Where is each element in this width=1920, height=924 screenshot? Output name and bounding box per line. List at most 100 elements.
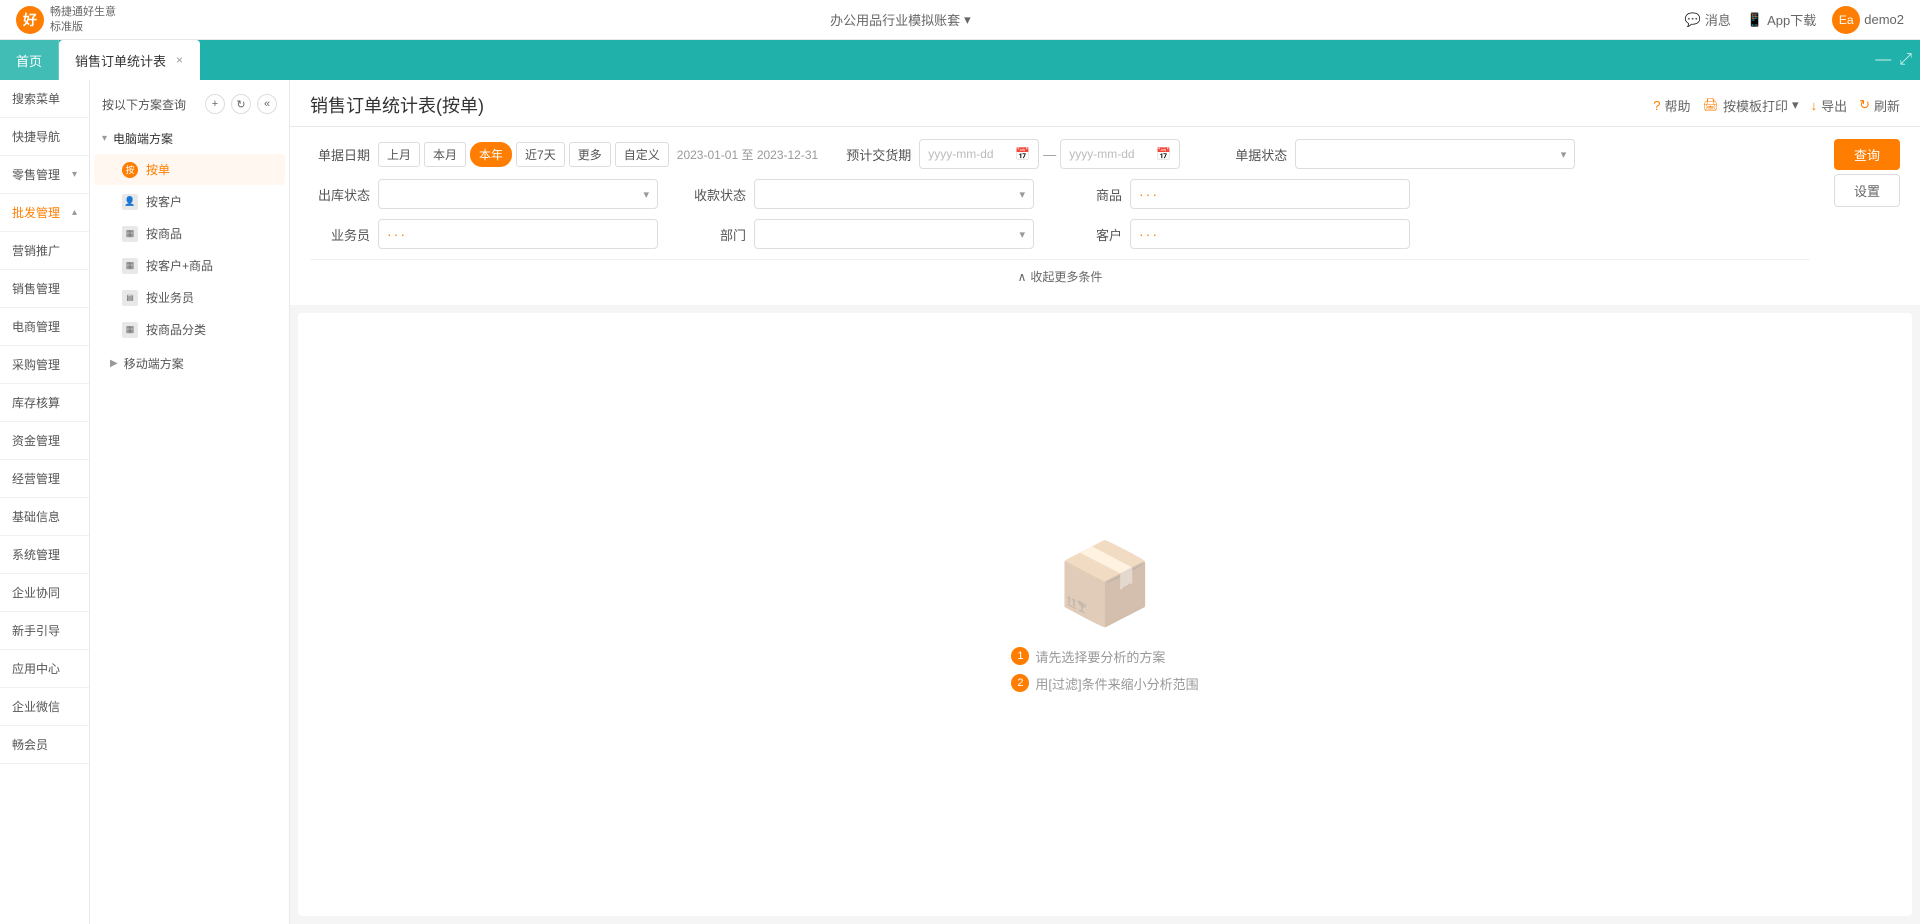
expected-date-start[interactable]: yyyy-mm-dd 📅 [919, 139, 1039, 169]
date-buttons-group: 上月 本月 本年 近7天 更多 自定义 2023-01-01 至 2023-12… [378, 142, 818, 167]
date-btn-7days[interactable]: 近7天 [516, 142, 565, 167]
collapse-filters-button[interactable]: ∧ 收起更多条件 [310, 259, 1810, 293]
out-status-label: 出库状态 [310, 185, 370, 204]
sidebar-item-marketing[interactable]: 营销推广 [0, 232, 89, 270]
avatar: Ea [1832, 6, 1860, 34]
sidebar-item-system[interactable]: 系统管理 [0, 536, 89, 574]
bill-status-select[interactable]: ▾ [1295, 139, 1575, 169]
chevron-right-icon: ▾ [72, 169, 77, 180]
date-btn-more[interactable]: 更多 [569, 142, 611, 167]
date-btn-this-year[interactable]: 本年 [470, 142, 512, 167]
sidebar-item-sales[interactable]: 销售管理 [0, 270, 89, 308]
customer-more-icon[interactable]: ··· [1139, 226, 1159, 242]
calendar-icon-2: 📅 [1156, 147, 1171, 161]
customer-label: 客户 [1062, 225, 1122, 244]
sidebar-item-newbie[interactable]: 新手引导 [0, 612, 89, 650]
minimize-icon[interactable]: — [1875, 51, 1891, 69]
template-print-button[interactable]: 🖨 按模板打印 ▾ [1703, 96, 1799, 115]
product-input[interactable]: ··· [1130, 179, 1410, 209]
scheme-item-by-product[interactable]: ▦ 按商品 [94, 218, 285, 249]
print-icon: 🖨 [1703, 97, 1720, 113]
scheme-item-by-customer[interactable]: 👤 按客户 [94, 186, 285, 217]
chevron-down-icon: ▾ [964, 12, 971, 28]
empty-illustration: 📦 [1055, 537, 1155, 631]
date-label: 单据日期 [310, 145, 370, 164]
department-label: 部门 [686, 225, 746, 244]
empty-tip-2: 2 用[过滤]条件来缩小分析范围 [1011, 674, 1198, 693]
left-panel: 按以下方案查询 + ↻ « ▾ 电脑端方案 按 按单 👤 [90, 80, 290, 924]
help-button[interactable]: ? 帮助 [1653, 96, 1690, 115]
nav-tab-actions: — ⤢ [1867, 40, 1920, 80]
scheme-item-by-salesperson[interactable]: ▤ 按业务员 [94, 282, 285, 313]
tip-num-2: 2 [1011, 674, 1029, 692]
bill-status-label: 单据状态 [1227, 145, 1287, 164]
scheme-item-by-customer-product[interactable]: ▦ 按客户+商品 [94, 250, 285, 281]
empty-state: 📦 1 请先选择要分析的方案 2 用[过滤]条件来缩小分析范围 [298, 313, 1912, 916]
date-btn-last-month[interactable]: 上月 [378, 142, 420, 167]
sidebar-item-finance[interactable]: 资金管理 [0, 422, 89, 460]
empty-tips: 1 请先选择要分析的方案 2 用[过滤]条件来缩小分析范围 [1011, 647, 1198, 693]
salesperson-input[interactable]: ··· [378, 219, 658, 249]
dropdown-arrow-icon-4: ▾ [1019, 228, 1025, 241]
sidebar-item-basic-info[interactable]: 基础信息 [0, 498, 89, 536]
sidebar-item-app-center[interactable]: 应用中心 [0, 650, 89, 688]
date-btn-custom[interactable]: 自定义 [615, 142, 669, 167]
expand-icon[interactable]: ⤢ [1899, 51, 1912, 69]
customer-input[interactable]: ··· [1130, 219, 1410, 249]
sidebar-item-purchase[interactable]: 采购管理 [0, 346, 89, 384]
industry-selector[interactable]: 办公用品行业模拟账套 ▾ [830, 10, 971, 29]
salesperson-label: 业务员 [310, 225, 370, 244]
collapse-up-icon: ∧ [1018, 270, 1027, 284]
sidebar-item-ecommerce[interactable]: 电商管理 [0, 308, 89, 346]
sidebar-item-enterprise-wechat[interactable]: 企业微信 [0, 688, 89, 726]
salesperson-more-icon[interactable]: ··· [387, 226, 407, 242]
refresh-button[interactable]: ↻ 刷新 [1859, 96, 1900, 115]
sidebar: 搜索菜单 快捷导航 零售管理 ▾ 批发管理 ▴ 营销推广 销售管理 电商管理 采… [0, 80, 90, 924]
mobile-icon: 📱 [1747, 12, 1763, 28]
more-options-icon[interactable]: ··· [1139, 186, 1159, 202]
sidebar-item-search[interactable]: 搜索菜单 [0, 80, 89, 118]
refresh-icon: ↻ [1859, 97, 1870, 113]
payment-status-select[interactable]: ▾ [754, 179, 1034, 209]
setting-button[interactable]: 设置 [1834, 174, 1900, 207]
main-layout: 搜索菜单 快捷导航 零售管理 ▾ 批发管理 ▴ 营销推广 销售管理 电商管理 采… [0, 80, 1920, 924]
user-menu[interactable]: Ea demo2 [1832, 6, 1904, 34]
sidebar-item-operations[interactable]: 经营管理 [0, 460, 89, 498]
desktop-scheme-header[interactable]: ▾ 电脑端方案 [90, 124, 289, 153]
order-icon: 按 [122, 162, 138, 178]
message-button[interactable]: 💬 消息 [1685, 10, 1731, 29]
export-icon: ↓ [1811, 98, 1818, 113]
top-bar-center: 办公用品行业模拟账套 ▾ [830, 10, 971, 29]
sidebar-item-wholesale[interactable]: 批发管理 ▴ [0, 194, 89, 232]
salesperson-icon: ▤ [122, 290, 138, 306]
sidebar-item-enterprise-collab[interactable]: 企业协同 [0, 574, 89, 612]
out-status-select[interactable]: ▾ [378, 179, 658, 209]
sidebar-item-inventory[interactable]: 库存核算 [0, 384, 89, 422]
desktop-scheme-group: ▾ 电脑端方案 按 按单 👤 按客户 ▦ 按商品 ▦ 按客户+商品 [90, 124, 289, 345]
scheme-item-by-order[interactable]: 按 按单 [94, 154, 285, 185]
tab-sales-order-stats[interactable]: 销售订单统计表 × [59, 40, 200, 80]
department-select[interactable]: ▾ [754, 219, 1034, 249]
export-button[interactable]: ↓ 导出 [1811, 96, 1848, 115]
tab-home[interactable]: 首页 [0, 40, 59, 80]
query-button[interactable]: 查询 [1834, 139, 1900, 170]
expected-date-end[interactable]: yyyy-mm-dd 📅 [1060, 139, 1180, 169]
filter-area: 单据日期 上月 本月 本年 近7天 更多 自定义 2023-01-01 至 20… [290, 127, 1920, 305]
add-scheme-button[interactable]: + [205, 94, 225, 114]
sidebar-item-retail[interactable]: 零售管理 ▾ [0, 156, 89, 194]
refresh-scheme-button[interactable]: ↻ [231, 94, 251, 114]
empty-tip-1: 1 请先选择要分析的方案 [1011, 647, 1198, 666]
app-download-button[interactable]: 📱 App下载 [1747, 10, 1816, 29]
tab-spacer [200, 40, 1867, 80]
sidebar-item-member[interactable]: 畅会员 [0, 726, 89, 764]
date-btn-this-month[interactable]: 本月 [424, 142, 466, 167]
logo-area: 好 畅捷通好生意 标准版 [16, 5, 116, 34]
tab-close-icon[interactable]: × [176, 53, 183, 67]
collapse-panel-button[interactable]: « [257, 94, 277, 114]
logo-icon: 好 [16, 6, 44, 34]
filter-row-3: 业务员 ··· 部门 ▾ 客户 [310, 219, 1810, 249]
filter-row-2: 出库状态 ▾ 收款状态 ▾ 商品 [310, 179, 1810, 209]
mobile-scheme-header[interactable]: ▶ 移动端方案 [90, 349, 289, 378]
scheme-item-by-product-category[interactable]: ▦ 按商品分类 [94, 314, 285, 345]
sidebar-item-quicknav[interactable]: 快捷导航 [0, 118, 89, 156]
